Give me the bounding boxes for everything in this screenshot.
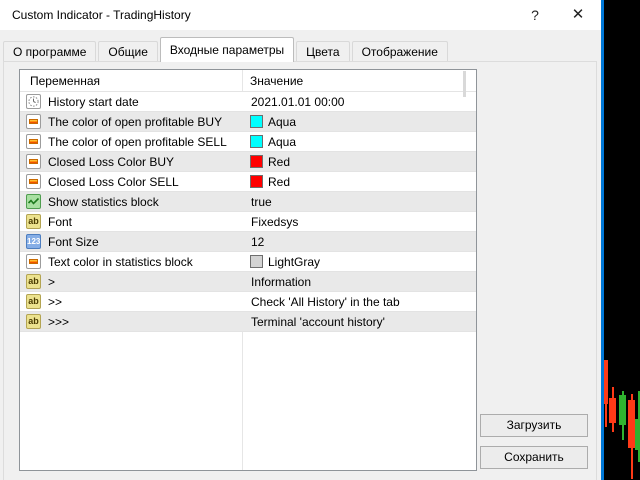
param-row[interactable]: The color of open profitable SELL Aqua bbox=[20, 132, 476, 152]
param-name: Closed Loss Color BUY bbox=[48, 155, 175, 169]
param-value: Terminal 'account history' bbox=[251, 315, 385, 329]
param-value: LightGray bbox=[268, 255, 321, 269]
param-value-cell[interactable]: Aqua bbox=[243, 112, 476, 132]
tab-common[interactable]: Общие bbox=[98, 41, 158, 61]
param-name: The color of open profitable SELL bbox=[48, 135, 227, 149]
column-header-variable: Переменная bbox=[30, 74, 100, 88]
param-value: Fixedsys bbox=[251, 215, 299, 229]
tab-colors[interactable]: Цвета bbox=[296, 41, 350, 61]
background-chart-strip bbox=[604, 0, 640, 480]
load-button[interactable]: Загрузить bbox=[480, 414, 588, 437]
param-name: History start date bbox=[48, 95, 139, 109]
table-header: Переменная Значение bbox=[20, 70, 476, 92]
help-button[interactable]: ? bbox=[518, 0, 552, 30]
param-value: Red bbox=[268, 175, 291, 189]
window-title: Custom Indicator - TradingHistory bbox=[12, 8, 191, 22]
color-gradient-bar bbox=[29, 139, 38, 144]
color-icon bbox=[26, 114, 41, 129]
candle-body bbox=[609, 398, 616, 423]
candle-body bbox=[628, 400, 635, 448]
param-name: >>> bbox=[48, 315, 70, 329]
param-value: 2021.01.01 00:00 bbox=[251, 95, 345, 109]
screenshot-root: Custom Indicator - TradingHistory ? ✕ О … bbox=[0, 0, 640, 480]
color-swatch bbox=[250, 175, 263, 188]
color-icon bbox=[26, 154, 41, 169]
color-swatch bbox=[250, 155, 263, 168]
tab-inputs[interactable]: Входные параметры bbox=[159, 37, 295, 62]
tab-bar: О программе Общие Входные параметры Цвета От… bbox=[3, 37, 450, 62]
number-icon: 123 bbox=[26, 234, 41, 249]
tab-about[interactable]: О программе bbox=[3, 41, 97, 61]
color-swatch bbox=[250, 115, 263, 128]
param-value: true bbox=[251, 195, 272, 209]
param-value-cell[interactable]: Red bbox=[243, 152, 476, 172]
text-icon: ab bbox=[26, 214, 41, 229]
param-value: Aqua bbox=[268, 135, 297, 149]
param-value: 12 bbox=[251, 235, 265, 249]
candle-body bbox=[604, 360, 608, 404]
param-name: >> bbox=[48, 295, 63, 309]
color-icon bbox=[26, 134, 41, 149]
indicator-dialog: Custom Indicator - TradingHistory ? ✕ О … bbox=[0, 0, 601, 480]
param-row[interactable]: ab > Information bbox=[20, 272, 476, 292]
param-value-cell[interactable]: Red bbox=[243, 172, 476, 192]
param-row[interactable]: ab >>> Terminal 'account history' bbox=[20, 312, 476, 332]
param-row[interactable]: ab >> Check 'All History' in the tab bbox=[20, 292, 476, 312]
candle-body bbox=[619, 395, 626, 425]
scrollbar-thumb[interactable] bbox=[463, 71, 466, 97]
param-row[interactable]: Text color in statistics block LightGray bbox=[20, 252, 476, 272]
param-row[interactable]: Closed Loss Color SELL Red bbox=[20, 172, 476, 192]
param-name: Closed Loss Color SELL bbox=[48, 175, 179, 189]
param-value-cell[interactable]: 2021.01.01 00:00 bbox=[243, 92, 476, 112]
param-name: Show statistics block bbox=[48, 195, 159, 209]
param-value-cell[interactable]: Check 'All History' in the tab bbox=[243, 292, 476, 312]
param-name: Font Size bbox=[48, 235, 99, 249]
param-value-cell[interactable]: 12 bbox=[243, 232, 476, 252]
color-icon bbox=[26, 174, 41, 189]
param-value: Check 'All History' in the tab bbox=[251, 295, 400, 309]
title-bar[interactable]: Custom Indicator - TradingHistory ? ✕ bbox=[0, 0, 601, 30]
param-name: Font bbox=[48, 215, 73, 229]
param-value: Red bbox=[268, 155, 291, 169]
color-icon bbox=[26, 254, 41, 269]
param-value-cell[interactable]: Information bbox=[243, 272, 476, 292]
param-value-cell[interactable]: LightGray bbox=[243, 252, 476, 272]
param-value: Information bbox=[251, 275, 312, 289]
param-value: Aqua bbox=[268, 115, 297, 129]
param-row[interactable]: Show statistics block true bbox=[20, 192, 476, 212]
param-value-cell[interactable]: Aqua bbox=[243, 132, 476, 152]
color-gradient-bar bbox=[29, 159, 38, 164]
tab-visualization[interactable]: Отображение bbox=[351, 41, 448, 61]
color-gradient-bar bbox=[29, 119, 38, 124]
column-header-value: Значение bbox=[250, 74, 304, 88]
param-name: The color of open profitable BUY bbox=[48, 115, 223, 129]
param-value-cell[interactable]: Fixedsys bbox=[243, 212, 476, 232]
param-value-cell[interactable]: true bbox=[243, 192, 476, 212]
param-row[interactable]: History start date 2021.01.01 00:00 bbox=[20, 92, 476, 112]
datetime-icon bbox=[26, 94, 41, 109]
param-value-cell[interactable]: Terminal 'account history' bbox=[243, 312, 476, 332]
text-icon: ab bbox=[26, 314, 41, 329]
close-button[interactable]: ✕ bbox=[561, 0, 595, 30]
save-button[interactable]: Сохранить bbox=[480, 446, 588, 469]
color-gradient-bar bbox=[29, 179, 38, 184]
param-name: Text color in statistics block bbox=[48, 255, 193, 269]
param-row[interactable]: 123 Font Size 12 bbox=[20, 232, 476, 252]
param-row[interactable]: Closed Loss Color BUY Red bbox=[20, 152, 476, 172]
param-row[interactable]: ab Font Fixedsys bbox=[20, 212, 476, 232]
bool-icon bbox=[26, 194, 41, 209]
color-swatch bbox=[250, 255, 263, 268]
text-icon: ab bbox=[26, 294, 41, 309]
candle-wick bbox=[605, 404, 607, 427]
table-rows: History start date 2021.01.01 00:00 The co… bbox=[20, 92, 476, 332]
parameters-table: Переменная Значение History start date 20… bbox=[19, 69, 477, 471]
color-swatch bbox=[250, 135, 263, 148]
text-icon: ab bbox=[26, 274, 41, 289]
color-gradient-bar bbox=[29, 259, 38, 264]
param-row[interactable]: The color of open profitable BUY Aqua bbox=[20, 112, 476, 132]
candle-body bbox=[635, 419, 640, 450]
param-name: > bbox=[48, 275, 56, 289]
